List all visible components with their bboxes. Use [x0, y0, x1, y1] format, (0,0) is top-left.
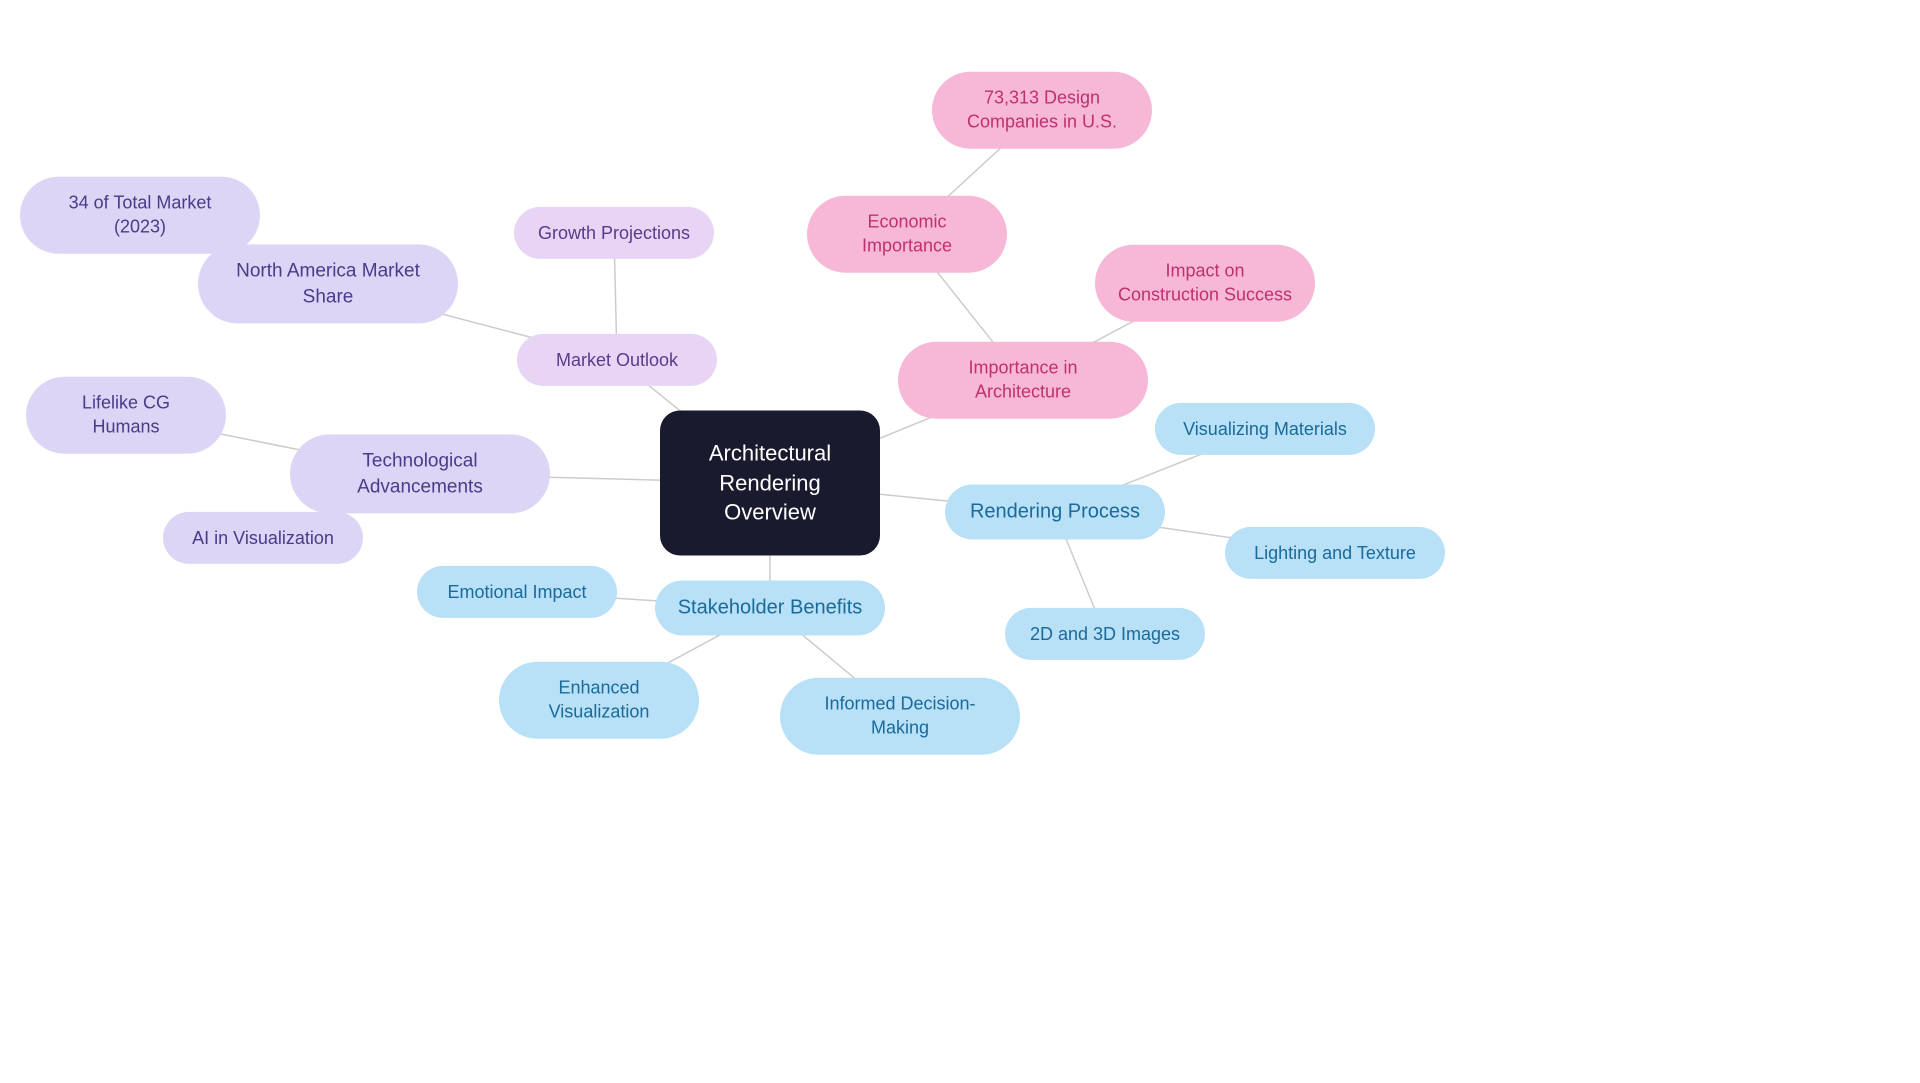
73313-node: 73,313 Design Companies in U.S. [932, 72, 1152, 149]
stakeholder-benefits-node: Stakeholder Benefits [655, 581, 885, 636]
ai-visualization-node: AI in Visualization [163, 512, 363, 564]
enhanced-viz-node: Enhanced Visualization [499, 662, 699, 739]
2d-3d-node: 2D and 3D Images [1005, 608, 1205, 660]
lighting-texture-node: Lighting and Texture [1225, 527, 1445, 579]
rendering-process-node: Rendering Process [945, 485, 1165, 540]
center-node: Architectural Rendering Overview [660, 410, 880, 555]
north-america-node: North America Market Share [198, 244, 458, 323]
importance-arch-node: Importance in Architecture [898, 342, 1148, 419]
emotional-impact-node: Emotional Impact [417, 566, 617, 618]
tech-advancements-node: Technological Advancements [290, 434, 550, 513]
informed-decision-node: Informed Decision-Making [780, 678, 1020, 755]
economic-importance-node: Economic Importance [807, 196, 1007, 273]
mindmap-canvas: Architectural Rendering Overview Market O… [0, 0, 1920, 1083]
growth-projections-node: Growth Projections [514, 207, 714, 259]
market-outlook-node: Market Outlook [517, 334, 717, 386]
impact-construction-node: Impact on Construction Success [1095, 245, 1315, 322]
visualizing-materials-node: Visualizing Materials [1155, 403, 1375, 455]
lifelike-cg-node: Lifelike CG Humans [26, 377, 226, 454]
34-total-node: 34 of Total Market (2023) [20, 177, 260, 254]
